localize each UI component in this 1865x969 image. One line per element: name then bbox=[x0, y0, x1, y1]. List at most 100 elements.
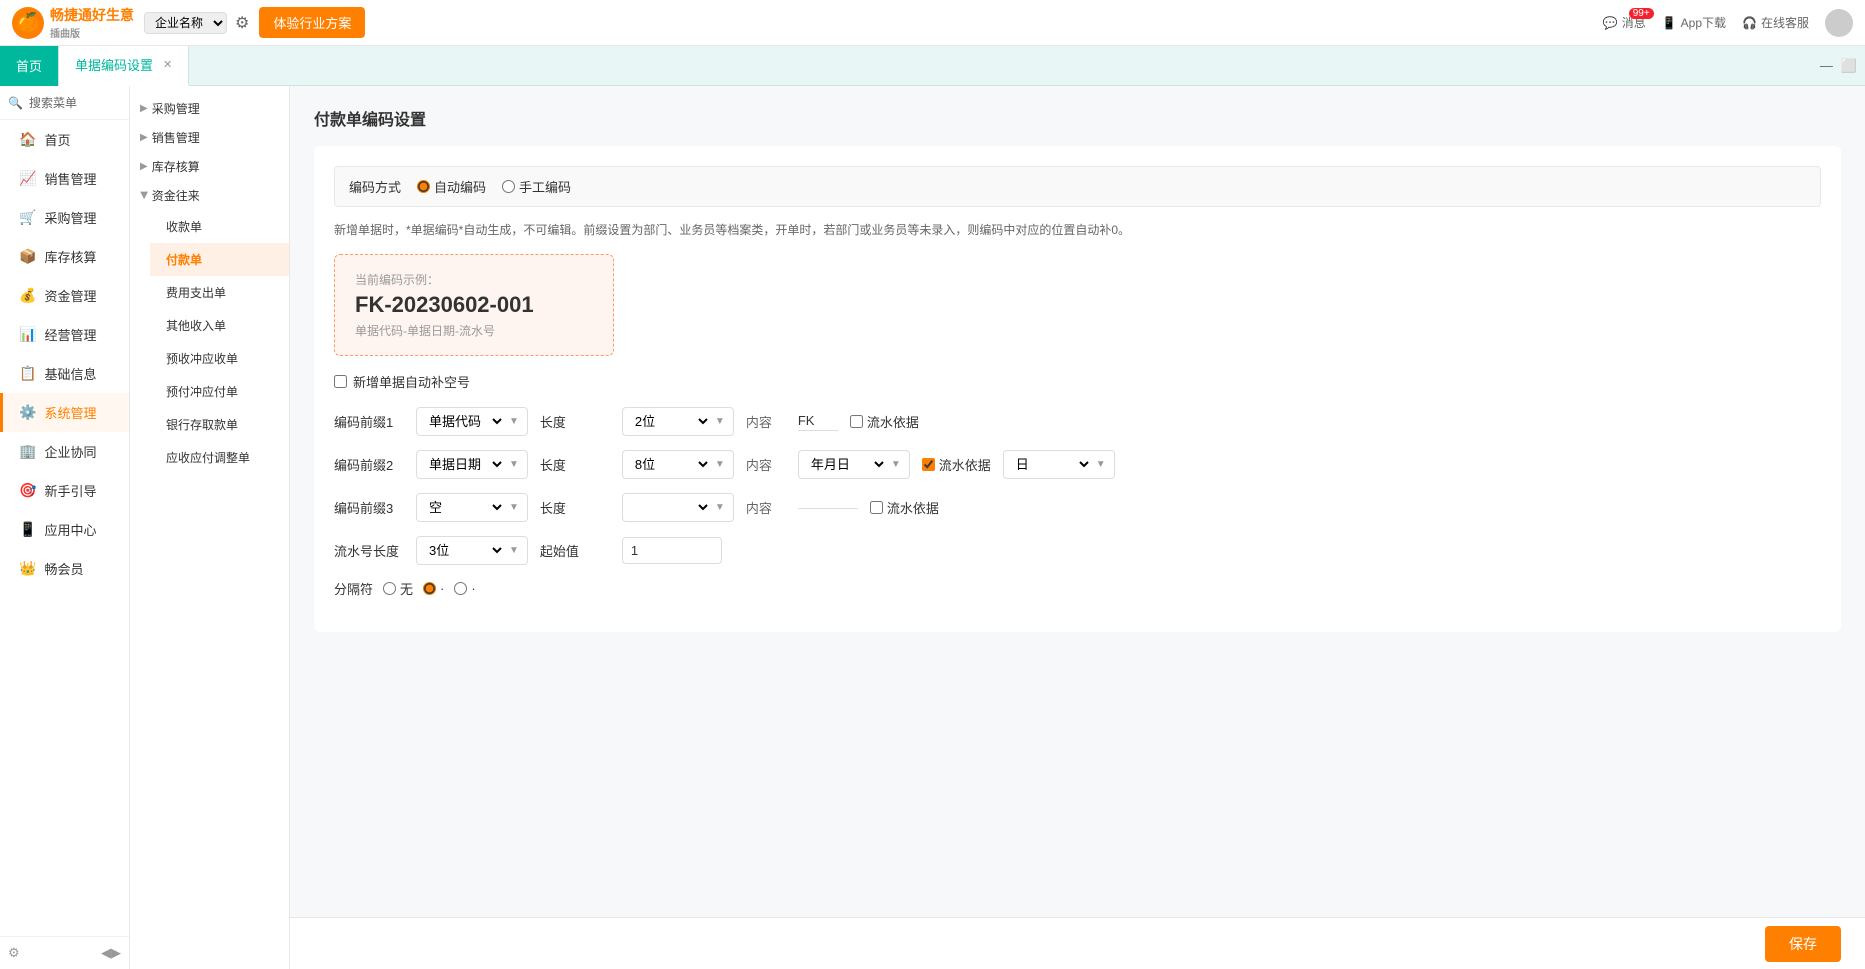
prefix2-content-input[interactable]: 年月日 年月 年 bbox=[807, 456, 887, 473]
prefix3-content-value bbox=[798, 506, 858, 509]
prefix2-length-input[interactable]: 8位 bbox=[631, 456, 711, 473]
sep-dot-input[interactable] bbox=[454, 582, 467, 595]
start-value-input[interactable] bbox=[622, 537, 722, 564]
sep-none-radio[interactable]: 无 bbox=[383, 579, 413, 598]
sidebar-item-system[interactable]: ⚙️ 系统管理 bbox=[0, 393, 129, 432]
sidebar-item-company[interactable]: 🏢 企业协同 bbox=[0, 432, 129, 471]
auto-encoding-radio[interactable]: 自动编码 bbox=[417, 177, 486, 196]
tab-encoding[interactable]: 单据编码设置 ✕ bbox=[59, 46, 189, 86]
sidebar-item-sales[interactable]: 📈 销售管理 bbox=[0, 159, 129, 198]
prefix3-serial-input[interactable] bbox=[870, 501, 883, 514]
preview-desc: 单据代码-单据日期-流水号 bbox=[355, 322, 593, 339]
sep-dash-radio[interactable]: · bbox=[423, 581, 444, 596]
sub-item-bank-deposit[interactable]: 银行存取款单 bbox=[150, 408, 289, 441]
tab-maximize-icon[interactable]: ⬜ bbox=[1841, 58, 1857, 74]
avatar[interactable] bbox=[1825, 9, 1853, 37]
tab-close-icon[interactable]: ✕ bbox=[163, 58, 172, 71]
sub-item-receipt[interactable]: 收款单 bbox=[150, 210, 289, 243]
cta-button[interactable]: 体验行业方案 bbox=[259, 7, 365, 38]
sub-item-expense[interactable]: 费用支出单 bbox=[150, 276, 289, 309]
prefix1-content-value: FK bbox=[798, 413, 838, 431]
manual-radio-input[interactable] bbox=[502, 180, 515, 193]
prefix1-content-label: 内容 bbox=[746, 412, 786, 431]
settings-icon[interactable]: ⚙ bbox=[235, 13, 249, 33]
prefix3-select-input[interactable]: 空 部门 bbox=[425, 499, 505, 516]
company-select[interactable]: 企业名称 bbox=[144, 12, 227, 34]
sub-group-capital[interactable]: ▶ 资金往来 bbox=[130, 181, 289, 210]
app-download-item[interactable]: 📱 App下载 bbox=[1662, 14, 1726, 31]
sidebar-home-label: 首页 bbox=[44, 130, 70, 149]
prefix2-serial-checkbox[interactable]: 流水依据 bbox=[922, 455, 991, 474]
prefix3-serial-checkbox[interactable]: 流水依据 bbox=[870, 498, 939, 517]
sidebar-settings-icon[interactable]: ⚙ bbox=[8, 945, 20, 961]
tab-bar: 首页 单据编码设置 ✕ — ⬜ bbox=[0, 46, 1865, 86]
sub-group-purchase[interactable]: ▶ 采购管理 bbox=[130, 94, 289, 123]
serial-length-select[interactable]: 3位 4位 5位 ▼ bbox=[416, 536, 528, 565]
prefix1-select-input[interactable]: 单据代码 无 bbox=[425, 413, 505, 430]
service-item[interactable]: 🎧 在线客服 bbox=[1742, 14, 1809, 31]
auto-radio-input[interactable] bbox=[417, 180, 430, 193]
prefix2-select-input[interactable]: 单据日期 无 bbox=[425, 456, 505, 473]
sidebar-item-apps[interactable]: 📱 应用中心 bbox=[0, 510, 129, 549]
prefix2-content-select[interactable]: 年月日 年月 年 ▼ bbox=[798, 450, 910, 479]
expense-label: 费用支出单 bbox=[166, 284, 226, 301]
serial-length-input[interactable]: 3位 4位 5位 bbox=[425, 542, 505, 559]
prefix1-serial-input[interactable] bbox=[850, 415, 863, 428]
inventory-icon: 📦 bbox=[19, 248, 36, 265]
autofill-label: 新增单据自动补空号 bbox=[353, 372, 470, 391]
sub-item-prepaid-receipt[interactable]: 预收冲应收单 bbox=[150, 342, 289, 375]
sidebar-item-home[interactable]: 🏠 首页 bbox=[0, 120, 129, 159]
sidebar-item-purchase[interactable]: 🛒 采购管理 bbox=[0, 198, 129, 237]
sub-item-adjustment[interactable]: 应收应付调整单 bbox=[150, 441, 289, 474]
page-title: 付款单编码设置 bbox=[314, 106, 1841, 130]
manual-encoding-radio[interactable]: 手工编码 bbox=[502, 177, 571, 196]
prefix1-arrow: ▼ bbox=[509, 416, 519, 427]
sep-dash-input[interactable] bbox=[423, 582, 436, 595]
sep-dash-label: · bbox=[440, 581, 444, 596]
sep-none-input[interactable] bbox=[383, 582, 396, 595]
prefix1-length-input[interactable]: 2位 bbox=[631, 413, 711, 430]
prefix3-length-select[interactable]: ▼ bbox=[622, 493, 734, 522]
adjustment-label: 应收应付调整单 bbox=[166, 449, 250, 466]
serial-length-arrow: ▼ bbox=[509, 545, 519, 556]
autofill-checkbox[interactable] bbox=[334, 375, 347, 388]
sidebar-item-finance[interactable]: 💰 资金管理 bbox=[0, 276, 129, 315]
sep-dot-radio[interactable]: · bbox=[454, 581, 475, 596]
prefix3-content-label: 内容 bbox=[746, 498, 786, 517]
topbar-controls: 企业名称 ⚙ bbox=[144, 12, 249, 34]
prefix2-content-label: 内容 bbox=[746, 455, 786, 474]
tab-bar-actions: — ⬜ bbox=[1812, 58, 1865, 74]
sep-dot-label: · bbox=[471, 581, 475, 596]
prefix2-length-select[interactable]: 8位 ▼ bbox=[622, 450, 734, 479]
prefix2-select[interactable]: 单据日期 无 ▼ bbox=[416, 450, 528, 479]
prefix1-length-select[interactable]: 2位 ▼ bbox=[622, 407, 734, 436]
sub-group-inventory[interactable]: ▶ 库存核算 bbox=[130, 152, 289, 181]
sidebar-collapse-icon[interactable]: ◀▶ bbox=[101, 945, 121, 961]
sidebar-item-basic[interactable]: 📋 基础信息 bbox=[0, 354, 129, 393]
prefix3-length-input[interactable] bbox=[631, 499, 711, 516]
prefix2-serial-unit-input[interactable]: 日 月 年 bbox=[1012, 456, 1092, 473]
sidebar-item-guide[interactable]: 🎯 新手引导 bbox=[0, 471, 129, 510]
prefix1-select[interactable]: 单据代码 无 ▼ bbox=[416, 407, 528, 436]
message-item[interactable]: 💬 消息 99+ bbox=[1603, 14, 1646, 31]
prefix2-serial-input[interactable] bbox=[922, 458, 935, 471]
sidebar: 🔍 搜索菜单 🏠 首页 📈 销售管理 🛒 采购管理 📦 库存核算 💰 资金管理 … bbox=[0, 86, 130, 969]
tab-home[interactable]: 首页 bbox=[0, 46, 59, 86]
prefix1-serial-checkbox[interactable]: 流水依据 bbox=[850, 412, 919, 431]
capital-arrow: ▶ bbox=[138, 192, 149, 200]
sidebar-item-operation[interactable]: 📊 经营管理 bbox=[0, 315, 129, 354]
prefix2-serial-unit-select[interactable]: 日 月 年 ▼ bbox=[1003, 450, 1115, 479]
save-button[interactable]: 保存 bbox=[1765, 926, 1841, 962]
sub-group-sales[interactable]: ▶ 销售管理 bbox=[130, 123, 289, 152]
sub-item-payment[interactable]: 付款单 bbox=[150, 243, 289, 276]
sub-item-income[interactable]: 其他收入单 bbox=[150, 309, 289, 342]
sidebar-item-member[interactable]: 👑 畅会员 bbox=[0, 549, 129, 588]
apps-icon: 📱 bbox=[19, 521, 36, 538]
tab-minimize-icon[interactable]: — bbox=[1820, 58, 1833, 73]
prefix2-length-label: 长度 bbox=[540, 455, 610, 474]
prefix3-select[interactable]: 空 部门 ▼ bbox=[416, 493, 528, 522]
sidebar-item-inventory[interactable]: 📦 库存核算 bbox=[0, 237, 129, 276]
sub-item-prepaid-payment[interactable]: 预付冲应付单 bbox=[150, 375, 289, 408]
sidebar-search[interactable]: 🔍 搜索菜单 bbox=[0, 86, 129, 120]
encoding-mode-row: 编码方式 自动编码 手工编码 bbox=[334, 166, 1821, 207]
